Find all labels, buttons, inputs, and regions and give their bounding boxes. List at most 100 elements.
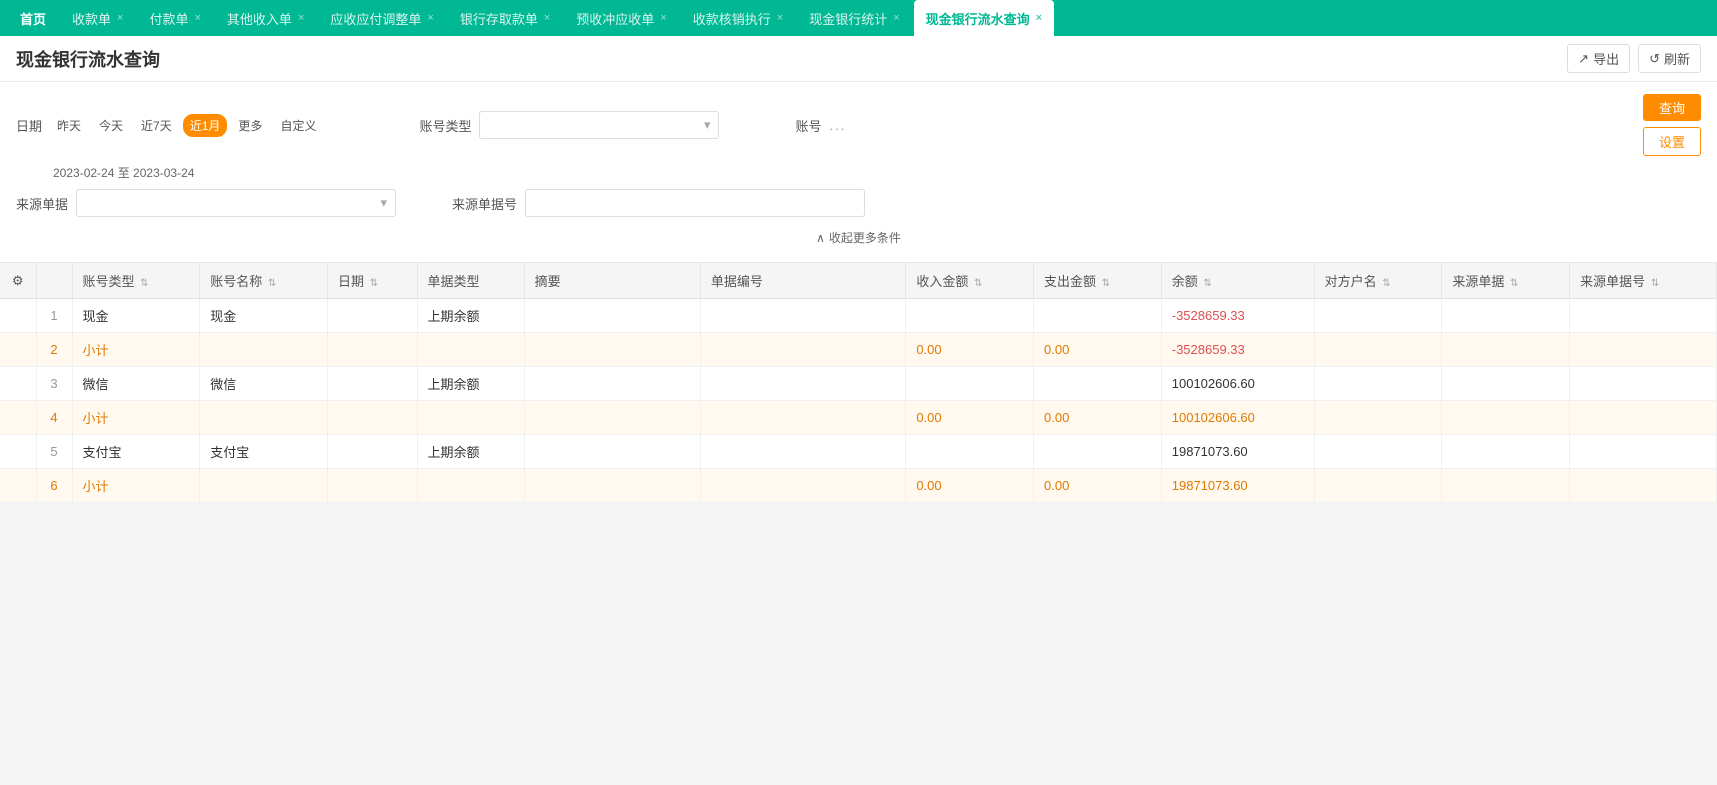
row-date <box>327 435 417 469</box>
nav-tab-cashflow[interactable]: 现金银行流水查询 × <box>914 0 1054 36</box>
nav-tab-verify[interactable]: 收款核销执行 × <box>681 0 795 36</box>
row-balance: -3528659.33 <box>1161 299 1314 333</box>
table-row[interactable]: 2 小计 0.00 0.00 -3528659.33 <box>0 333 1717 367</box>
th-source-doc[interactable]: 来源单据 ⇅ <box>1442 263 1570 299</box>
table-row[interactable]: 1 现金 现金 上期余额 -3528659.33 <box>0 299 1717 333</box>
account-type-group: 账号类型 ▾ <box>419 111 719 139</box>
nav-tab-stats[interactable]: 现金银行统计 × <box>797 0 911 36</box>
row-num: 5 <box>36 435 72 469</box>
row-num: 2 <box>36 333 72 367</box>
date-btn-7days[interactable]: 近7天 <box>134 114 179 137</box>
nav-tab-other-income[interactable]: 其他收入单 × <box>215 0 316 36</box>
query-actions: 查询 设置 <box>1643 94 1701 156</box>
th-balance[interactable]: 余额 ⇅ <box>1161 263 1314 299</box>
row-source-doc <box>1442 469 1570 503</box>
source-doc-no-input[interactable] <box>525 189 865 217</box>
close-icon[interactable]: × <box>298 12 304 24</box>
source-doc-no-label: 来源单据号 <box>452 194 517 213</box>
close-icon[interactable]: × <box>194 12 200 24</box>
row-summary <box>524 435 700 469</box>
row-account-name: 微信 <box>200 367 328 401</box>
close-icon[interactable]: × <box>544 12 550 24</box>
th-account-type[interactable]: 账号类型 ⇅ <box>72 263 200 299</box>
nav-tab-receipt[interactable]: 收款单 × <box>60 0 135 36</box>
row-source-doc <box>1442 401 1570 435</box>
row-balance: 19871073.60 <box>1161 435 1314 469</box>
query-button[interactable]: 查询 <box>1643 94 1701 121</box>
row-counterparty <box>1314 401 1442 435</box>
table-header-row: ⚙ 账号类型 ⇅ 账号名称 ⇅ 日期 ⇅ 单据类型 摘要 单据编号 收入金额 ⇅… <box>0 263 1717 299</box>
table-row[interactable]: 5 支付宝 支付宝 上期余额 19871073.60 <box>0 435 1717 469</box>
settings-button[interactable]: 设置 <box>1643 127 1701 156</box>
row-balance: -3528659.33 <box>1161 333 1314 367</box>
row-expense: 0.00 <box>1034 401 1162 435</box>
row-doc-no <box>700 367 906 401</box>
row-settings <box>0 367 36 401</box>
row-account-name <box>200 401 328 435</box>
row-balance: 19871073.60 <box>1161 469 1314 503</box>
row-num: 1 <box>36 299 72 333</box>
close-icon[interactable]: × <box>1036 12 1042 24</box>
table-row[interactable]: 4 小计 0.00 0.00 100102606.60 <box>0 401 1717 435</box>
date-btn-1month[interactable]: 近1月 <box>183 114 228 137</box>
date-filter-group: 日期 昨天 今天 近7天 近1月 更多 自定义 <box>16 114 323 137</box>
close-icon[interactable]: × <box>427 12 433 24</box>
date-range-text: 2023-02-24 至 2023-03-24 <box>53 166 194 180</box>
nav-tab-adjustment[interactable]: 应收应付调整单 × <box>318 0 445 36</box>
row-expense: 0.00 <box>1034 469 1162 503</box>
row-source-doc-no <box>1570 401 1717 435</box>
row-counterparty <box>1314 469 1442 503</box>
row-settings <box>0 333 36 367</box>
table-row[interactable]: 3 微信 微信 上期余额 100102606.60 <box>0 367 1717 401</box>
row-settings <box>0 299 36 333</box>
table-body: 1 现金 现金 上期余额 -3528659.33 2 小计 0.00 0.00 … <box>0 299 1717 503</box>
account-type-select[interactable]: ▾ <box>479 111 719 139</box>
source-doc-select[interactable]: ▾ <box>76 189 396 217</box>
close-icon[interactable]: × <box>893 12 899 24</box>
th-source-doc-no[interactable]: 来源单据号 ⇅ <box>1570 263 1717 299</box>
table-settings-th[interactable]: ⚙ <box>0 263 36 299</box>
row-income <box>906 435 1034 469</box>
row-summary <box>524 299 700 333</box>
row-account-name <box>200 333 328 367</box>
collapse-bar[interactable]: ∧ 收起更多条件 <box>16 225 1701 250</box>
row-summary <box>524 333 700 367</box>
row-income <box>906 367 1034 401</box>
row-num: 4 <box>36 401 72 435</box>
close-icon[interactable]: × <box>117 12 123 24</box>
nav-tab-bank-deposit[interactable]: 银行存取款单 × <box>448 0 562 36</box>
refresh-icon: ↺ <box>1649 51 1660 67</box>
row-doc-type <box>417 401 524 435</box>
date-btn-custom[interactable]: 自定义 <box>273 114 323 137</box>
th-income[interactable]: 收入金额 ⇅ <box>906 263 1034 299</box>
close-icon[interactable]: × <box>660 12 666 24</box>
date-btn-today[interactable]: 今天 <box>92 114 130 137</box>
th-date[interactable]: 日期 ⇅ <box>327 263 417 299</box>
date-btn-yesterday[interactable]: 昨天 <box>50 114 88 137</box>
source-doc-no-group: 来源单据号 <box>452 189 865 217</box>
close-icon[interactable]: × <box>777 12 783 24</box>
th-account-name[interactable]: 账号名称 ⇅ <box>200 263 328 299</box>
table-row[interactable]: 6 小计 0.00 0.00 19871073.60 <box>0 469 1717 503</box>
row-account-type: 微信 <box>72 367 200 401</box>
refresh-button[interactable]: ↺ 刷新 <box>1638 44 1701 73</box>
row-date <box>327 299 417 333</box>
more-dots[interactable]: ... <box>829 118 846 133</box>
nav-tab-home[interactable]: 首页 <box>8 0 58 36</box>
th-expense[interactable]: 支出金额 ⇅ <box>1034 263 1162 299</box>
th-doc-no: 单据编号 <box>700 263 906 299</box>
row-income <box>906 299 1034 333</box>
nav-tab-payment[interactable]: 付款单 × <box>137 0 212 36</box>
filter-area: 日期 昨天 今天 近7天 近1月 更多 自定义 账号类型 ▾ 账号 ... <box>0 82 1717 263</box>
table-container: ⚙ 账号类型 ⇅ 账号名称 ⇅ 日期 ⇅ 单据类型 摘要 单据编号 收入金额 ⇅… <box>0 263 1717 503</box>
row-expense <box>1034 299 1162 333</box>
date-label: 日期 <box>16 116 42 135</box>
export-button[interactable]: ↗ 导出 <box>1567 44 1630 73</box>
row-income: 0.00 <box>906 401 1034 435</box>
row-source-doc-no <box>1570 299 1717 333</box>
nav-tab-prepay[interactable]: 预收冲应收单 × <box>564 0 678 36</box>
dropdown-icon: ▾ <box>704 117 711 133</box>
date-btn-more[interactable]: 更多 <box>231 114 269 137</box>
th-counterparty[interactable]: 对方户名 ⇅ <box>1314 263 1442 299</box>
row-doc-no <box>700 435 906 469</box>
